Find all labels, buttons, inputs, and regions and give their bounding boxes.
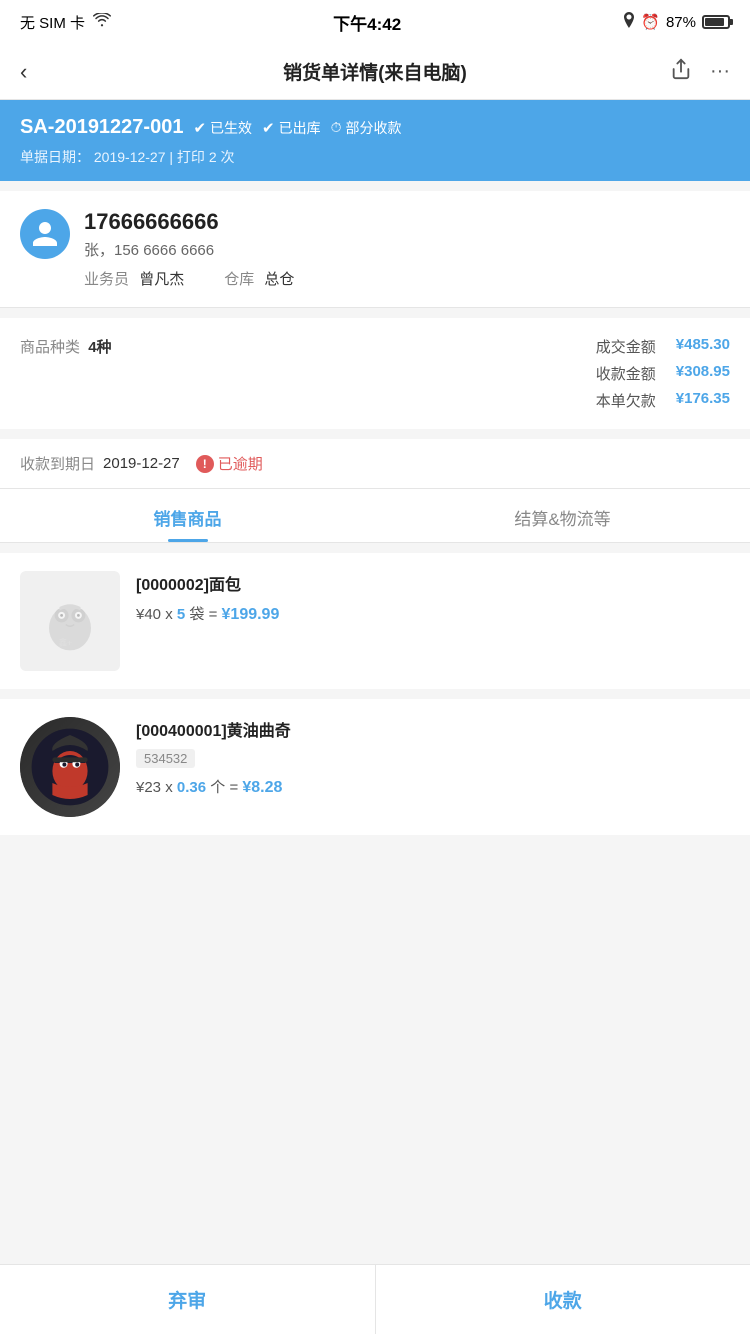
due-date-value: 2019-12-27: [103, 455, 180, 472]
qty-1: 5: [177, 606, 185, 623]
customer-info: 17666666666 张，156 6666 6666 业务员 曾凡杰 仓库 总…: [84, 209, 730, 289]
transaction-row: 成交金额 ¥485.30: [596, 336, 730, 357]
salesperson-value: 曾凡杰: [139, 271, 184, 288]
divider-1: [0, 307, 750, 308]
check-icon-1: ✔: [193, 119, 206, 137]
price-x-1: x: [165, 606, 177, 623]
product-info-2: [000400001]黄油曲奇 534532 ¥23 x 0.36 个 = ¥8…: [136, 717, 730, 797]
warehouse-value: 总仓: [264, 271, 294, 288]
unit-1: 袋: [189, 606, 204, 623]
debt-row: 本单欠款 ¥176.35: [596, 390, 730, 411]
product-sku-2: 534532: [136, 749, 195, 768]
share-icon[interactable]: [670, 58, 692, 86]
product-thumbnail-1: 鑫+: [20, 571, 120, 671]
order-id: SA-20191227-001: [20, 116, 183, 139]
location-icon: [623, 12, 635, 32]
transaction-value: ¥485.30: [676, 336, 730, 357]
customer-name: 张，156 6666 6666: [84, 239, 730, 260]
carrier-text: 无 SIM 卡: [20, 12, 85, 33]
badge-partial-payment: ⏱ 部分收款: [331, 118, 402, 138]
received-row: 收款金额 ¥308.95: [596, 363, 730, 384]
received-value: ¥308.95: [676, 363, 730, 384]
tab-products[interactable]: 销售商品: [0, 489, 375, 542]
check-icon-2: ✔: [262, 119, 275, 137]
status-bar: 无 SIM 卡 下午4:42 ⏰ 87%: [0, 0, 750, 44]
wifi-icon: [93, 13, 111, 31]
order-header: SA-20191227-001 ✔ 已生效 ✔ 已出库 ⏱ 部分收款 单据日期：…: [0, 100, 750, 181]
unit-2: 个: [210, 779, 225, 796]
equals-1: =: [209, 606, 222, 623]
product-name-2: [000400001]黄油曲奇: [136, 717, 730, 741]
product-thumbnail-2: ninja: [20, 717, 120, 817]
product-price-1: ¥40 x 5 袋 = ¥199.99: [136, 603, 730, 624]
nav-actions: ···: [670, 58, 730, 86]
product-image-2: ninja: [20, 717, 120, 817]
overdue-badge: ! 已逾期: [196, 453, 263, 474]
tabs-bar: 销售商品 结算&物流等: [0, 489, 750, 543]
cancel-review-button[interactable]: 弃审: [0, 1265, 376, 1334]
price-base-2: ¥23: [136, 779, 161, 796]
product-item-2: ninja [000400001]黄油曲奇 534532 ¥23 x 0.36 …: [0, 699, 750, 835]
page-title: 销货单详情(来自电脑): [283, 58, 467, 85]
svg-text:鑫+: 鑫+: [59, 638, 72, 648]
overdue-text: 已逾期: [218, 453, 263, 474]
status-right: ⏰ 87%: [623, 12, 730, 32]
alarm-icon: ⏰: [641, 13, 660, 31]
salesperson-label: 业务员: [84, 271, 129, 288]
bottom-bar: 弃审 收款: [0, 1264, 750, 1334]
kind-label: 商品种类: [20, 339, 80, 356]
kind-value: 4种: [88, 339, 111, 356]
equals-2: =: [229, 779, 242, 796]
qty-2: 0.36: [177, 779, 206, 796]
customer-section: 17666666666 张，156 6666 6666 业务员 曾凡杰 仓库 总…: [0, 191, 750, 307]
warehouse-label: 仓库: [224, 271, 254, 288]
debt-label: 本单欠款: [596, 390, 656, 411]
status-badges: ✔ 已生效 ✔ 已出库 ⏱ 部分收款: [193, 118, 401, 138]
due-date-section: 收款到期日 2019-12-27 ! 已逾期: [0, 439, 750, 489]
summary-right: 成交金额 ¥485.30 收款金额 ¥308.95 本单欠款 ¥176.35: [596, 336, 730, 411]
payment-button[interactable]: 收款: [376, 1265, 750, 1334]
nav-bar: ‹ 销货单详情(来自电脑) ···: [0, 44, 750, 100]
overdue-dot-icon: !: [196, 455, 214, 473]
status-time: 下午4:42: [333, 10, 401, 35]
product-image-placeholder-1: 鑫+: [20, 571, 120, 671]
due-label: 收款到期日: [20, 453, 95, 474]
summary-left: 商品种类 4种: [20, 336, 112, 357]
warehouse-field: 仓库 总仓: [224, 268, 294, 289]
back-button[interactable]: ‹: [20, 59, 37, 85]
debt-value: ¥176.35: [676, 390, 730, 411]
tab-settlement[interactable]: 结算&物流等: [375, 489, 750, 542]
total-2: ¥8.28: [242, 779, 282, 796]
product-price-2: ¥23 x 0.36 个 = ¥8.28: [136, 776, 730, 797]
order-date: 2019-12-27: [94, 149, 166, 165]
price-x-2: x: [165, 779, 177, 796]
product-info-1: [0000002]面包 ¥40 x 5 袋 = ¥199.99: [136, 571, 730, 624]
avatar: [20, 209, 70, 259]
customer-phone: 17666666666: [84, 209, 730, 235]
print-info: | 打印 2 次: [169, 149, 234, 165]
battery-text: 87%: [666, 14, 696, 31]
battery-icon: [702, 15, 730, 29]
salesperson-field: 业务员 曾凡杰: [84, 268, 184, 289]
product-name-1: [0000002]面包: [136, 571, 730, 595]
products-list: 鑫+ [0000002]面包 ¥40 x 5 袋 = ¥199.99: [0, 553, 750, 925]
badge-shipped: ✔ 已出库: [262, 118, 321, 138]
badge-effective: ✔ 已生效: [193, 118, 252, 138]
more-icon[interactable]: ···: [710, 60, 730, 83]
clock-icon: ⏱: [331, 119, 342, 136]
received-label: 收款金额: [596, 363, 656, 384]
transaction-label: 成交金额: [596, 336, 656, 357]
total-1: ¥199.99: [222, 606, 280, 623]
summary-section: 商品种类 4种 成交金额 ¥485.30 收款金额 ¥308.95 本单欠款 ¥…: [0, 318, 750, 429]
price-base-1: ¥40: [136, 606, 161, 623]
product-item: 鑫+ [0000002]面包 ¥40 x 5 袋 = ¥199.99: [0, 553, 750, 689]
status-left: 无 SIM 卡: [20, 12, 111, 33]
order-date-info: 单据日期： 2019-12-27 | 打印 2 次: [20, 147, 730, 167]
customer-meta: 业务员 曾凡杰 仓库 总仓: [84, 268, 730, 289]
date-label: 单据日期：: [20, 149, 90, 165]
